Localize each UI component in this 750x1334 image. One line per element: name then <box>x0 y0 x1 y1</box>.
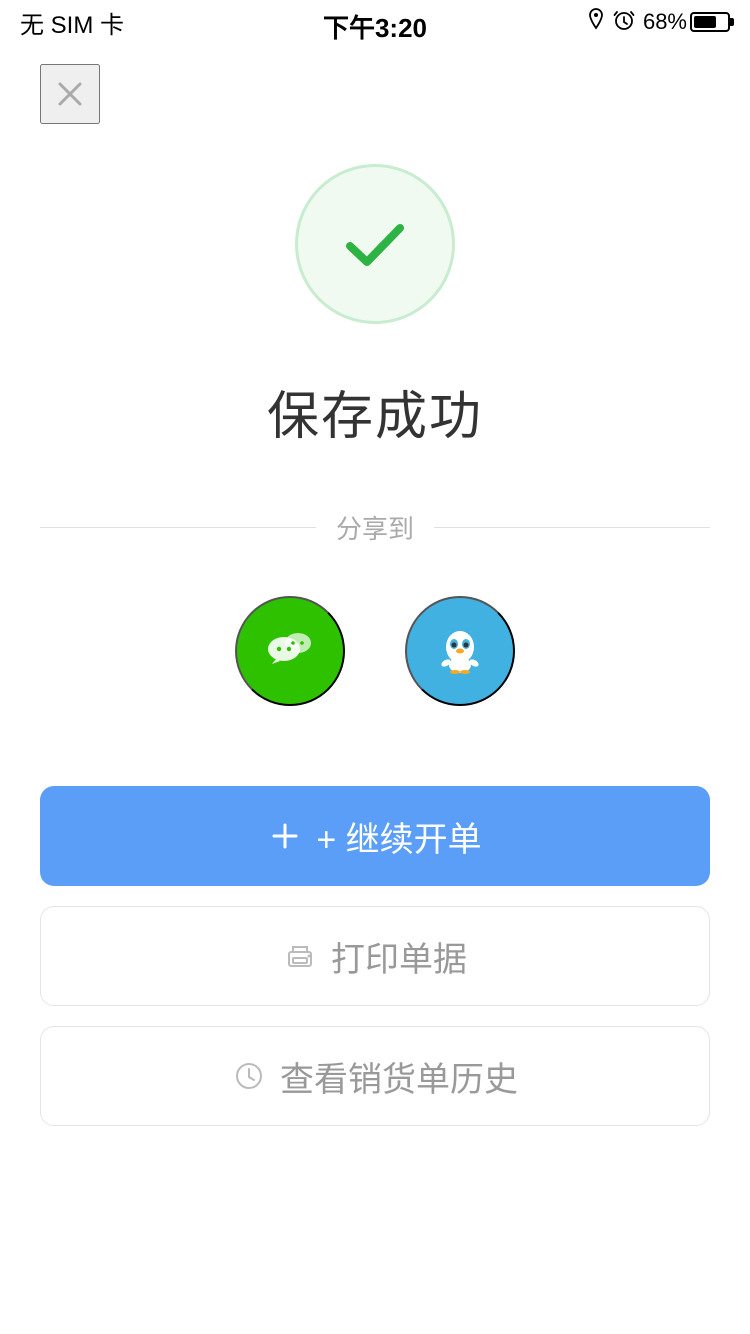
print-label: 打印单据 <box>331 932 467 981</box>
location-icon <box>587 8 605 36</box>
share-divider: 分享到 <box>40 509 710 546</box>
status-time: 下午3:20 <box>323 8 427 45</box>
continue-label: + 继续开单 <box>316 812 481 861</box>
wechat-share-button[interactable] <box>235 596 345 706</box>
alarm-icon <box>613 8 635 36</box>
share-label: 分享到 <box>336 509 414 546</box>
close-button[interactable] <box>40 64 100 124</box>
print-icon <box>283 939 317 973</box>
wechat-icon <box>260 621 320 681</box>
plus-icon <box>268 819 302 853</box>
history-button[interactable]: 查看销货单历史 <box>40 1026 710 1126</box>
divider-left <box>40 527 316 528</box>
print-button[interactable]: 打印单据 <box>40 906 710 1006</box>
divider-right <box>434 527 710 528</box>
battery: 68% <box>643 9 730 35</box>
success-title: 保存成功 <box>267 374 483 449</box>
qq-share-button[interactable] <box>405 596 515 706</box>
share-icons <box>235 596 515 706</box>
main-content: 保存成功 分享到 <box>0 44 750 1166</box>
history-icon <box>232 1059 266 1093</box>
success-icon-container <box>295 164 455 324</box>
checkmark-icon <box>335 204 415 284</box>
status-bar: 无 SIM 卡 下午3:20 68% <box>0 0 750 44</box>
continue-button[interactable]: + 继续开单 <box>40 786 710 886</box>
history-label: 查看销货单历史 <box>280 1052 518 1101</box>
carrier-text: 无 SIM 卡 <box>20 5 124 40</box>
action-buttons: + 继续开单 打印单据 查看销货单历史 <box>40 786 710 1126</box>
status-right: 68% <box>587 8 730 36</box>
battery-fill <box>694 16 716 28</box>
qq-icon <box>430 621 490 681</box>
battery-icon <box>690 12 730 32</box>
battery-text: 68% <box>643 9 687 35</box>
status-carrier: 无 SIM 卡 <box>20 5 132 40</box>
